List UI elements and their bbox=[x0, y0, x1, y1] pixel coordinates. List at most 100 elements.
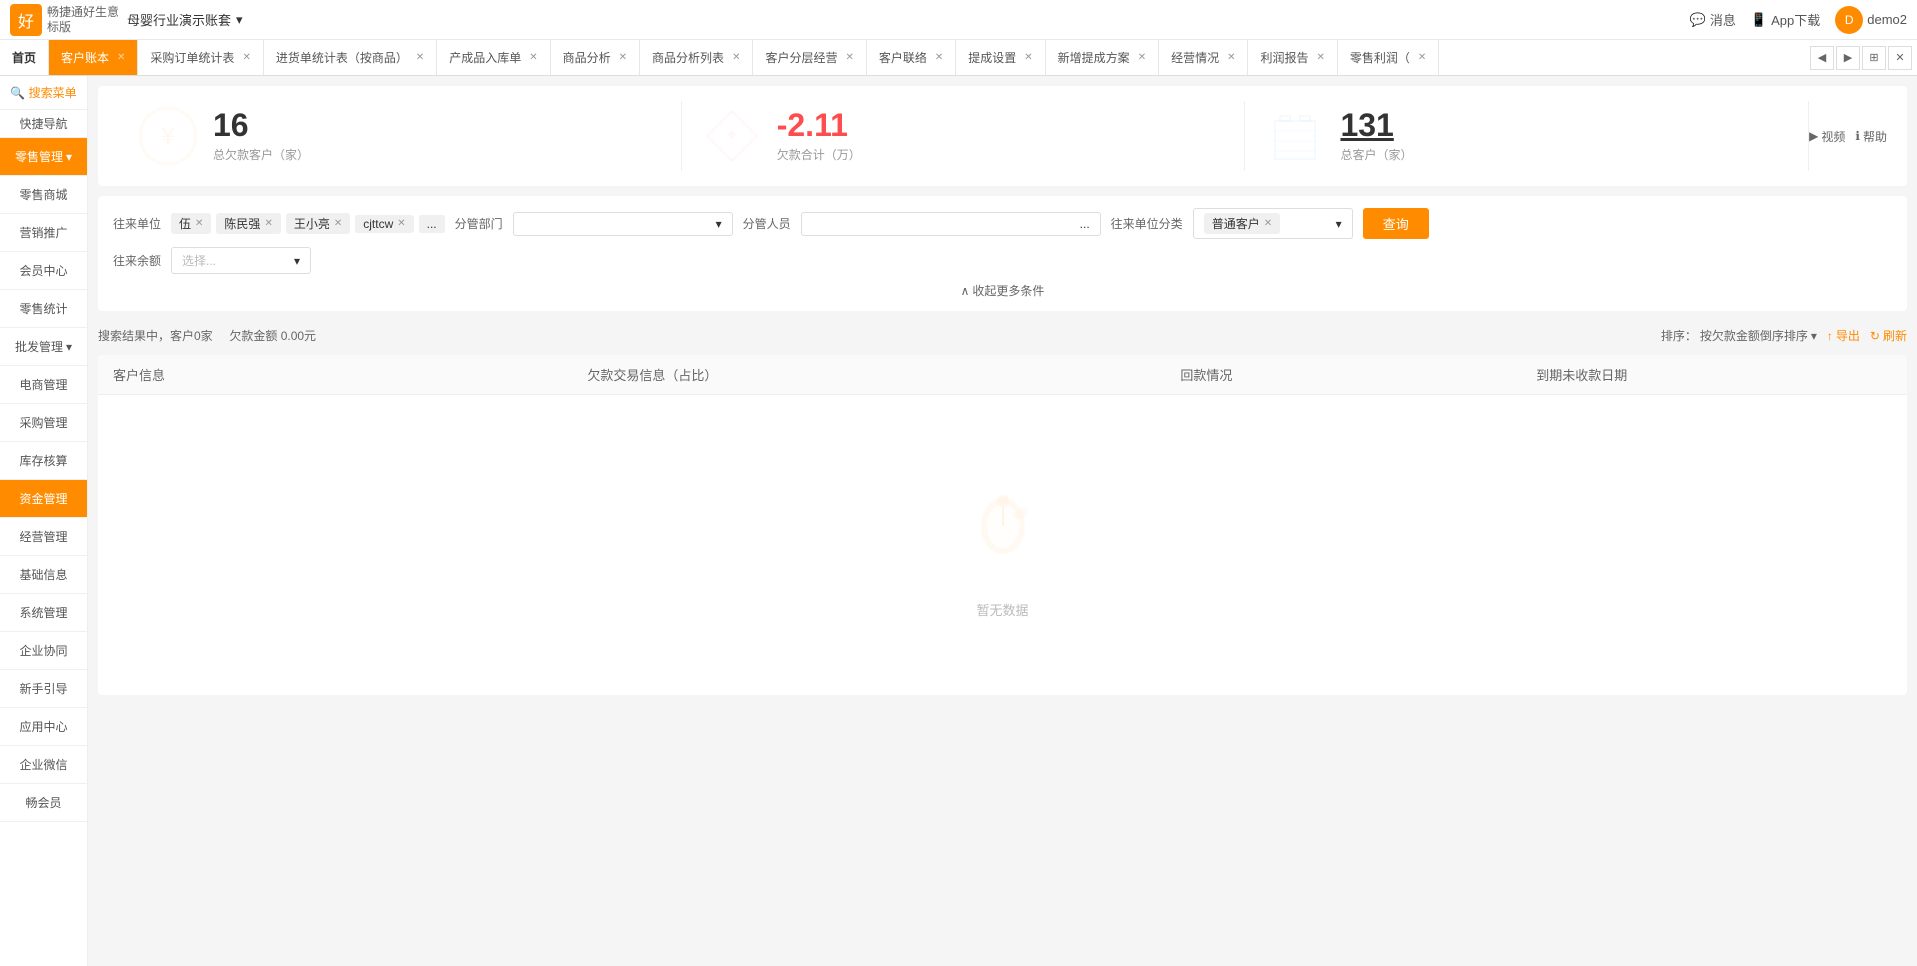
sidebar-item-retail-stats[interactable]: 零售统计 bbox=[0, 290, 87, 328]
query-button[interactable]: 查询 bbox=[1363, 208, 1429, 239]
close-icon[interactable]: ✕ bbox=[935, 52, 943, 63]
category-label: 往来单位分类 bbox=[1111, 215, 1183, 232]
sidebar-item-wechat[interactable]: 企业微信 bbox=[0, 746, 87, 784]
video-btn[interactable]: ▶ 视频 bbox=[1809, 128, 1845, 145]
remainder-label: 往来余额 bbox=[113, 252, 161, 269]
person-input[interactable]: ... bbox=[801, 212, 1101, 236]
export-button[interactable]: ↑ 导出 bbox=[1827, 327, 1860, 344]
logo-area: 好 畅捷通好生意 标版 bbox=[10, 4, 119, 36]
unit-label: 往来单位 bbox=[113, 215, 161, 232]
more-icon[interactable]: ... bbox=[1080, 217, 1090, 231]
sidebar-item-apps[interactable]: 应用中心 bbox=[0, 708, 87, 746]
app-download-btn[interactable]: 📱 App下载 bbox=[1751, 10, 1820, 29]
sidebar-item-basic[interactable]: 基础信息 bbox=[0, 556, 87, 594]
dept-select[interactable]: ▾ bbox=[513, 212, 733, 236]
close-icon[interactable]: ✕ bbox=[117, 52, 125, 63]
close-icon[interactable]: ✕ bbox=[845, 52, 853, 63]
nav-next-btn[interactable]: ▶ bbox=[1836, 46, 1860, 70]
close-icon[interactable]: ✕ bbox=[1317, 52, 1325, 63]
tab-product-entry[interactable]: 产成品入库单 ✕ bbox=[437, 40, 550, 76]
remainder-select[interactable]: 选择... ▾ bbox=[171, 247, 311, 274]
sidebar-item-retail-mgmt[interactable]: 零售管理 ▾ bbox=[0, 138, 87, 176]
sidebar-item-system[interactable]: 系统管理 bbox=[0, 594, 87, 632]
export-icon: ↑ bbox=[1827, 329, 1833, 343]
table-header: 客户信息 欠款交易信息（占比） 回款情况 到期未收款日期 bbox=[98, 355, 1907, 395]
tag-chen: 陈民强 ✕ bbox=[216, 213, 280, 234]
sidebar-quick-nav[interactable]: 快捷导航 bbox=[0, 110, 87, 138]
tag-wu: 伍 ✕ bbox=[171, 213, 211, 234]
sidebar-item-guide[interactable]: 新手引导 bbox=[0, 670, 87, 708]
sidebar-item-marketing[interactable]: 营销推广 bbox=[0, 214, 87, 252]
refresh-button[interactable]: ↻ 刷新 bbox=[1870, 327, 1907, 344]
table-body: 暂无数据 bbox=[98, 395, 1907, 695]
search-icon: 🔍 bbox=[10, 86, 25, 100]
tab-home[interactable]: 首页 bbox=[0, 40, 49, 76]
close-icon[interactable]: ✕ bbox=[1227, 52, 1235, 63]
tab-customer-contact[interactable]: 客户联络 ✕ bbox=[867, 40, 956, 76]
sidebar-item-business[interactable]: 经营管理 bbox=[0, 518, 87, 556]
tab-purchase-stats[interactable]: 进货单统计表（按商品） ✕ bbox=[264, 40, 437, 76]
diamond-icon: ✦ bbox=[702, 106, 762, 166]
sidebar-item-vip[interactable]: 畅会员 bbox=[0, 784, 87, 822]
message-icon: 💬 bbox=[1690, 12, 1706, 28]
close-icon[interactable]: ✕ bbox=[1024, 52, 1032, 63]
tag-close-cjttcw[interactable]: ✕ bbox=[397, 218, 405, 229]
tab-new-raise[interactable]: 新增提成方案 ✕ bbox=[1046, 40, 1159, 76]
unit-tags: 伍 ✕ 陈民强 ✕ 王小亮 ✕ cjttcw ✕ ... bbox=[171, 213, 445, 234]
more-tags-btn[interactable]: ... bbox=[419, 215, 445, 233]
sidebar-item-inventory[interactable]: 库存核算 bbox=[0, 442, 87, 480]
mobile-icon: 📱 bbox=[1751, 12, 1767, 28]
close-icon[interactable]: ✕ bbox=[1418, 52, 1426, 63]
sidebar-item-purchase[interactable]: 采购管理 bbox=[0, 404, 87, 442]
sidebar-item-ecommerce[interactable]: 电商管理 bbox=[0, 366, 87, 404]
tab-raise-setting[interactable]: 提成设置 ✕ bbox=[956, 40, 1045, 76]
category-select[interactable]: 普通客户 ✕ ▾ bbox=[1193, 208, 1353, 239]
tag-close-chen[interactable]: ✕ bbox=[264, 218, 272, 229]
user-menu[interactable]: D demo2 bbox=[1835, 6, 1907, 34]
sidebar-item-member[interactable]: 会员中心 bbox=[0, 252, 87, 290]
tag-close-normal[interactable]: ✕ bbox=[1264, 218, 1272, 229]
sidebar-item-enterprise[interactable]: 企业协同 bbox=[0, 632, 87, 670]
sort-button[interactable]: 排序： 按欠款金额倒序排序 ▾ bbox=[1661, 327, 1817, 344]
sidebar-item-retail-mall[interactable]: 零售商城 bbox=[0, 176, 87, 214]
result-bar: 搜索结果中，客户0家 欠款金额 0.00元 排序： 按欠款金额倒序排序 ▾ ↑ … bbox=[98, 321, 1907, 350]
tab-product-analysis-list[interactable]: 商品分析列表 ✕ bbox=[640, 40, 753, 76]
sidebar-item-wholesale[interactable]: 批发管理 ▾ bbox=[0, 328, 87, 366]
tab-retail-profit[interactable]: 零售利润（ ✕ bbox=[1338, 40, 1439, 76]
tab-purchase-order[interactable]: 采购订单统计表 ✕ bbox=[138, 40, 263, 76]
nav-close-btn[interactable]: ✕ bbox=[1888, 46, 1912, 70]
close-icon[interactable]: ✕ bbox=[1138, 52, 1146, 63]
main-layout: 🔍 搜索菜单 快捷导航 零售管理 ▾ 零售商城 营销推广 会员中心 零售统计 批… bbox=[0, 76, 1917, 966]
close-icon[interactable]: ✕ bbox=[416, 52, 424, 63]
nav-prev-btn[interactable]: ◀ bbox=[1810, 46, 1834, 70]
collapse-button[interactable]: ∧ 收起更多条件 bbox=[961, 282, 1045, 299]
help-btn[interactable]: ℹ 帮助 bbox=[1855, 128, 1887, 145]
message-btn[interactable]: 💬 消息 bbox=[1690, 10, 1736, 29]
tab-profit-report[interactable]: 利润报告 ✕ bbox=[1248, 40, 1337, 76]
tab-customer-account[interactable]: 客户账本 ✕ bbox=[49, 40, 138, 76]
empty-text: 暂无数据 bbox=[953, 600, 1053, 619]
tag-close-wu[interactable]: ✕ bbox=[195, 218, 203, 229]
close-icon[interactable]: ✕ bbox=[732, 52, 740, 63]
nav-tabs: 首页 客户账本 ✕ 采购订单统计表 ✕ 进货单统计表（按商品） ✕ 产成品入库单… bbox=[0, 40, 1917, 76]
store-selector[interactable]: 母婴行业演示账套 ▾ bbox=[127, 10, 243, 29]
overdue-amount-label: 欠款合计（万） bbox=[777, 146, 861, 163]
chevron-up-icon: ∧ bbox=[961, 284, 970, 298]
close-icon[interactable]: ✕ bbox=[619, 52, 627, 63]
top-bar-left: 好 畅捷通好生意 标版 母婴行业演示账套 ▾ bbox=[10, 4, 243, 36]
nav-expand-btn[interactable]: ⊞ bbox=[1862, 46, 1886, 70]
tab-customer-segment[interactable]: 客户分层经营 ✕ bbox=[753, 40, 866, 76]
logo-icon: 好 bbox=[10, 4, 42, 36]
tab-business-status[interactable]: 经营情况 ✕ bbox=[1159, 40, 1248, 76]
overdue-customers-label: 总欠款客户（家） bbox=[213, 146, 309, 163]
result-actions: 排序： 按欠款金额倒序排序 ▾ ↑ 导出 ↻ 刷新 bbox=[1661, 327, 1907, 344]
tag-close-wang[interactable]: ✕ bbox=[334, 218, 342, 229]
tab-product-analysis[interactable]: 商品分析 ✕ bbox=[551, 40, 640, 76]
close-icon[interactable]: ✕ bbox=[529, 52, 537, 63]
content-area: ¥ 16 总欠款客户（家） ✦ -2.11 欠款合计（万） bbox=[88, 76, 1917, 966]
tag-cjttcw: cjttcw ✕ bbox=[355, 215, 413, 233]
total-customers-number[interactable]: 131 bbox=[1340, 109, 1412, 141]
sidebar-search[interactable]: 🔍 搜索菜单 bbox=[0, 76, 87, 110]
sidebar-item-finance[interactable]: 资金管理 bbox=[0, 480, 87, 518]
close-icon[interactable]: ✕ bbox=[242, 52, 250, 63]
